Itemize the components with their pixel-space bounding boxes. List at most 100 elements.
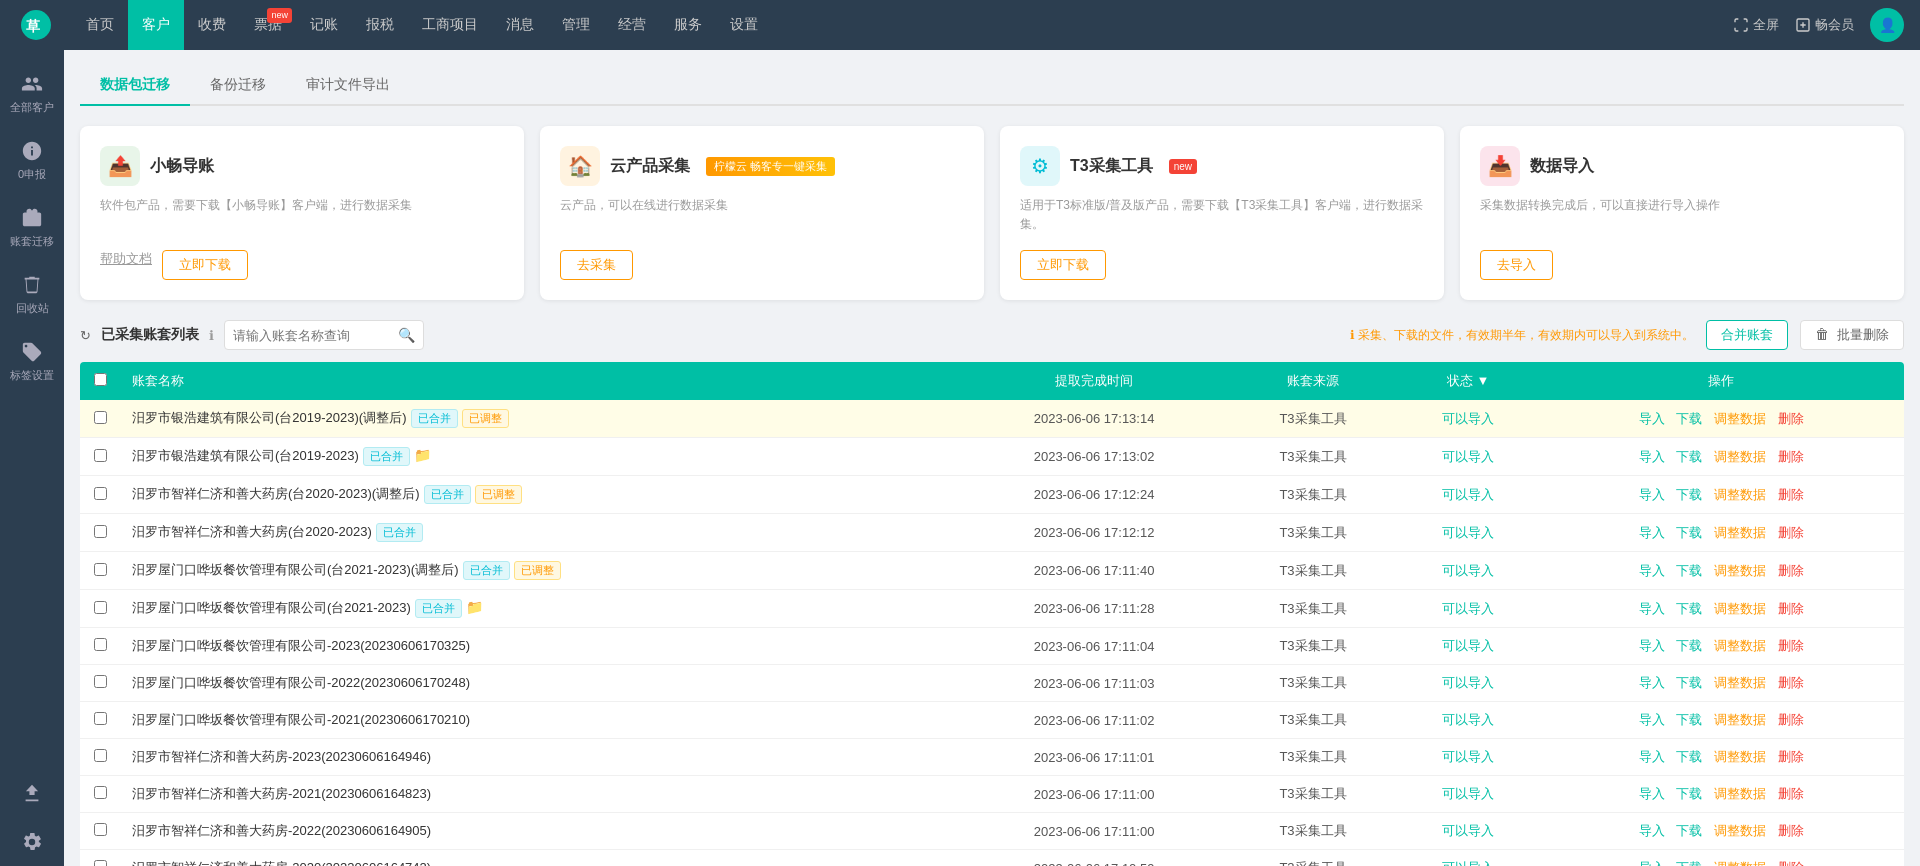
import-action[interactable]: 导入	[1639, 786, 1665, 801]
tab-backup-migration[interactable]: 备份迁移	[190, 66, 286, 106]
sidebar-item-migrate[interactable]: 账套迁移	[0, 194, 64, 261]
import-action[interactable]: 导入	[1639, 749, 1665, 764]
adjust-action[interactable]: 调整数据	[1714, 786, 1766, 801]
search-input[interactable]	[233, 328, 398, 343]
delete-action[interactable]: 删除	[1778, 860, 1804, 866]
adjust-action[interactable]: 调整数据	[1714, 563, 1766, 578]
download-action[interactable]: 下载	[1676, 675, 1702, 690]
adjust-action[interactable]: 调整数据	[1714, 601, 1766, 616]
row-checkbox[interactable]	[94, 638, 107, 651]
delete-action[interactable]: 删除	[1778, 749, 1804, 764]
sidebar-item-settings[interactable]	[20, 818, 44, 866]
row-checkbox[interactable]	[94, 563, 107, 576]
user-avatar[interactable]: 👤	[1870, 8, 1904, 42]
nav-billing[interactable]: 收费	[184, 0, 240, 50]
delete-action[interactable]: 删除	[1778, 601, 1804, 616]
delete-action[interactable]: 删除	[1778, 638, 1804, 653]
delete-action[interactable]: 删除	[1778, 449, 1804, 464]
download-action[interactable]: 下载	[1676, 860, 1702, 866]
collect-button-cloud[interactable]: 去采集	[560, 250, 633, 280]
download-action[interactable]: 下载	[1676, 823, 1702, 838]
nav-manage[interactable]: 管理	[548, 0, 604, 50]
row-checkbox[interactable]	[94, 860, 107, 866]
sidebar-item-zero-declare[interactable]: 0申报	[0, 127, 64, 194]
download-now-button-xiaochange[interactable]: 立即下载	[162, 250, 248, 280]
nav-accounting[interactable]: 记账	[296, 0, 352, 50]
import-action[interactable]: 导入	[1639, 638, 1665, 653]
delete-action[interactable]: 删除	[1778, 823, 1804, 838]
row-checkbox[interactable]	[94, 411, 107, 424]
download-action[interactable]: 下载	[1676, 638, 1702, 653]
import-action[interactable]: 导入	[1639, 411, 1665, 426]
download-action[interactable]: 下载	[1676, 525, 1702, 540]
folder-icon[interactable]: 📁	[414, 447, 431, 463]
delete-action[interactable]: 删除	[1778, 786, 1804, 801]
download-action[interactable]: 下载	[1676, 601, 1702, 616]
delete-action[interactable]: 删除	[1778, 563, 1804, 578]
nav-customer[interactable]: 客户	[128, 0, 184, 50]
import-action[interactable]: 导入	[1639, 823, 1665, 838]
adjust-action[interactable]: 调整数据	[1714, 487, 1766, 502]
row-checkbox[interactable]	[94, 525, 107, 538]
import-action[interactable]: 导入	[1639, 487, 1665, 502]
adjust-action[interactable]: 调整数据	[1714, 525, 1766, 540]
delete-action[interactable]: 删除	[1778, 487, 1804, 502]
nav-message[interactable]: 消息	[492, 0, 548, 50]
delete-action[interactable]: 删除	[1778, 712, 1804, 727]
member-button[interactable]: 畅会员	[1795, 16, 1854, 34]
tab-audit-export[interactable]: 审计文件导出	[286, 66, 410, 106]
row-checkbox[interactable]	[94, 487, 107, 500]
app-logo[interactable]: 草	[16, 5, 56, 45]
info-icon[interactable]: ℹ	[209, 328, 214, 343]
help-doc-link[interactable]: 帮助文档	[100, 250, 152, 280]
tab-data-migration[interactable]: 数据包迁移	[80, 66, 190, 106]
row-checkbox[interactable]	[94, 823, 107, 836]
nav-settings[interactable]: 设置	[716, 0, 772, 50]
adjust-action[interactable]: 调整数据	[1714, 749, 1766, 764]
row-checkbox[interactable]	[94, 749, 107, 762]
col-status[interactable]: 状态 ▼	[1398, 362, 1539, 400]
row-checkbox[interactable]	[94, 786, 107, 799]
row-checkbox[interactable]	[94, 601, 107, 614]
nav-invoice[interactable]: 票据 new	[240, 0, 296, 50]
sidebar-item-recycle[interactable]: 回收站	[0, 261, 64, 328]
import-action[interactable]: 导入	[1639, 675, 1665, 690]
import-action[interactable]: 导入	[1639, 525, 1665, 540]
adjust-action[interactable]: 调整数据	[1714, 638, 1766, 653]
download-action[interactable]: 下载	[1676, 712, 1702, 727]
delete-action[interactable]: 删除	[1778, 411, 1804, 426]
adjust-action[interactable]: 调整数据	[1714, 449, 1766, 464]
adjust-action[interactable]: 调整数据	[1714, 675, 1766, 690]
download-action[interactable]: 下载	[1676, 749, 1702, 764]
delete-action[interactable]: 删除	[1778, 675, 1804, 690]
nav-home[interactable]: 首页	[72, 0, 128, 50]
delete-action[interactable]: 删除	[1778, 525, 1804, 540]
adjust-action[interactable]: 调整数据	[1714, 411, 1766, 426]
batch-delete-button[interactable]: 🗑 批量删除	[1800, 320, 1904, 350]
nav-operate[interactable]: 经营	[604, 0, 660, 50]
fullscreen-button[interactable]: 全屏	[1733, 16, 1779, 34]
import-action[interactable]: 导入	[1639, 860, 1665, 866]
nav-service[interactable]: 服务	[660, 0, 716, 50]
adjust-action[interactable]: 调整数据	[1714, 860, 1766, 866]
import-action[interactable]: 导入	[1639, 601, 1665, 616]
select-all-checkbox[interactable]	[94, 373, 107, 386]
download-action[interactable]: 下载	[1676, 487, 1702, 502]
download-action[interactable]: 下载	[1676, 563, 1702, 578]
nav-tax[interactable]: 报税	[352, 0, 408, 50]
go-import-button[interactable]: 去导入	[1480, 250, 1553, 280]
merge-button[interactable]: 合并账套	[1706, 320, 1788, 350]
row-checkbox[interactable]	[94, 712, 107, 725]
import-action[interactable]: 导入	[1639, 712, 1665, 727]
adjust-action[interactable]: 调整数据	[1714, 823, 1766, 838]
search-icon[interactable]: 🔍	[398, 327, 415, 343]
download-action[interactable]: 下载	[1676, 411, 1702, 426]
sidebar-item-tag[interactable]: 标签设置	[0, 328, 64, 395]
adjust-action[interactable]: 调整数据	[1714, 712, 1766, 727]
download-action[interactable]: 下载	[1676, 786, 1702, 801]
import-action[interactable]: 导入	[1639, 449, 1665, 464]
row-checkbox[interactable]	[94, 449, 107, 462]
refresh-icon[interactable]: ↻	[80, 328, 91, 343]
nav-business[interactable]: 工商项目	[408, 0, 492, 50]
row-checkbox[interactable]	[94, 675, 107, 688]
